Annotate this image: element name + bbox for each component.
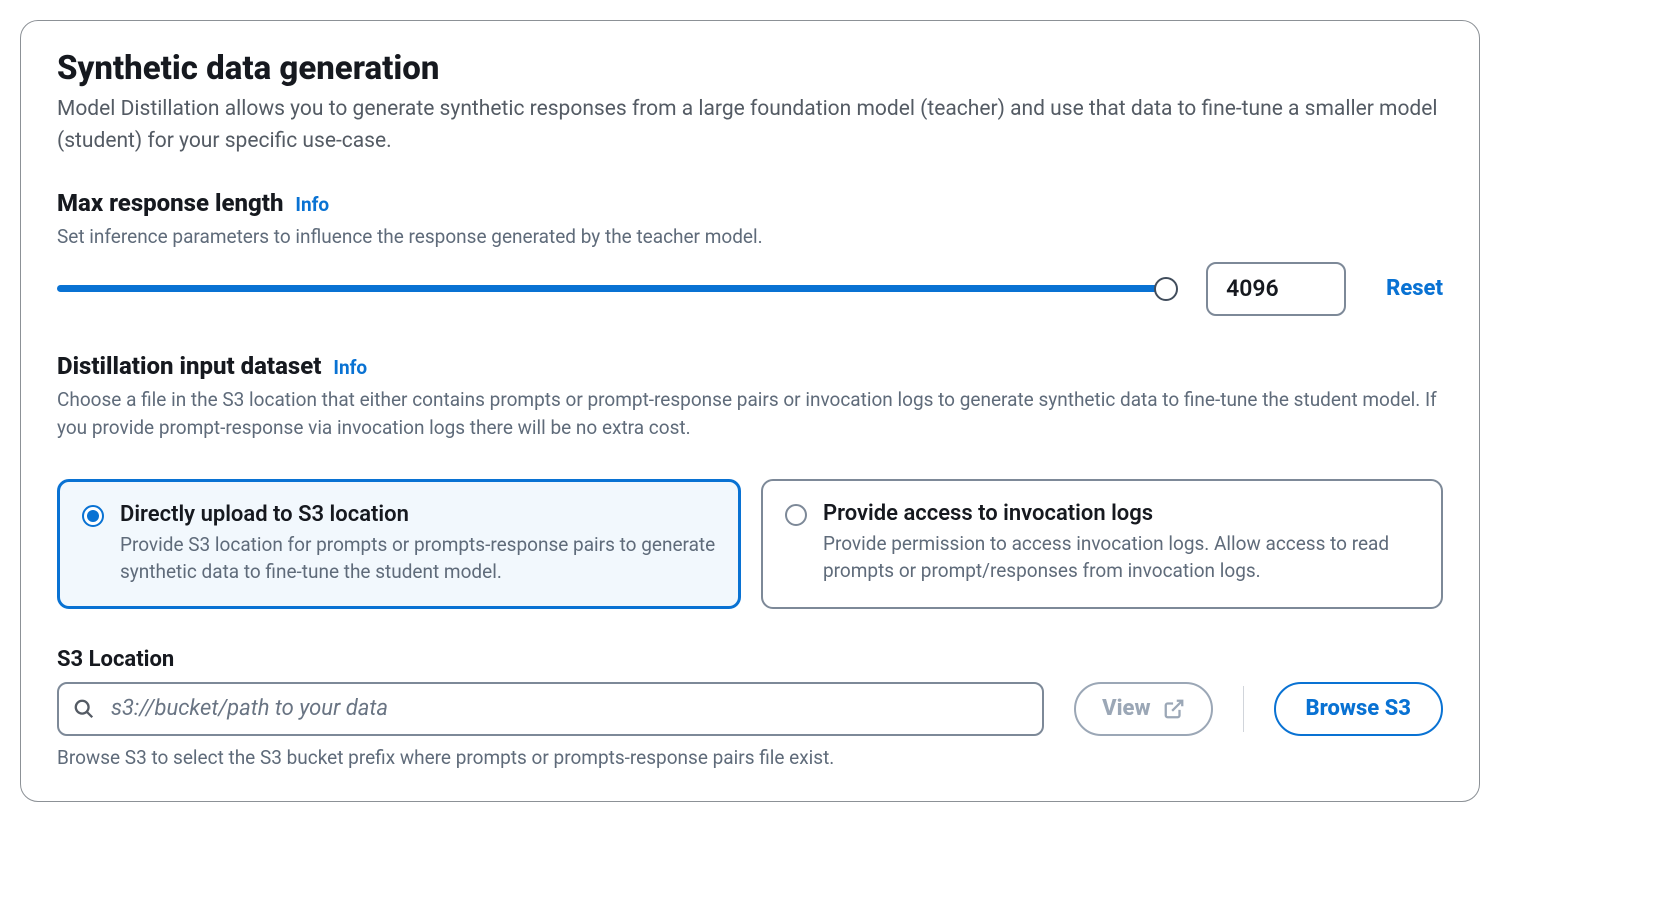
distillation-section: Distillation input dataset Info Choose a…	[57, 352, 1443, 769]
option-upload-title: Directly upload to S3 location	[120, 502, 716, 527]
panel-description: Model Distillation allows you to generat…	[57, 94, 1443, 157]
browse-s3-button[interactable]: Browse S3	[1274, 682, 1443, 736]
view-button[interactable]: View	[1074, 682, 1212, 736]
max-response-section: Max response length Info Set inference p…	[57, 189, 1443, 316]
distillation-heading: Distillation input dataset	[57, 352, 321, 380]
reset-button[interactable]: Reset	[1386, 276, 1443, 301]
option-upload-s3[interactable]: Directly upload to S3 location Provide S…	[57, 479, 741, 609]
max-response-slider[interactable]	[57, 277, 1166, 301]
radio-selected-icon	[82, 505, 104, 527]
external-link-icon	[1163, 698, 1185, 720]
panel-title: Synthetic data generation	[57, 49, 1443, 88]
view-button-label: View	[1102, 696, 1150, 721]
vertical-divider	[1243, 686, 1244, 732]
s3-location-label: S3 Location	[57, 647, 1443, 672]
option-invocation-title: Provide access to invocation logs	[823, 501, 1419, 526]
max-response-subtext: Set inference parameters to influence th…	[57, 223, 1443, 252]
distillation-info-link[interactable]: Info	[333, 356, 367, 379]
max-response-heading: Max response length	[57, 189, 283, 217]
slider-thumb-icon[interactable]	[1154, 277, 1178, 301]
radio-unselected-icon	[785, 504, 807, 526]
s3-help-text: Browse S3 to select the S3 bucket prefix…	[57, 746, 1443, 769]
option-invocation-logs[interactable]: Provide access to invocation logs Provid…	[761, 479, 1443, 609]
option-invocation-desc: Provide permission to access invocation …	[823, 530, 1419, 585]
search-icon	[73, 698, 95, 720]
option-upload-desc: Provide S3 location for prompts or promp…	[120, 531, 716, 586]
s3-location-input[interactable]	[57, 682, 1044, 736]
distillation-subtext: Choose a file in the S3 location that ei…	[57, 386, 1443, 443]
max-response-info-link[interactable]: Info	[295, 193, 329, 216]
synthetic-data-panel: Synthetic data generation Model Distilla…	[20, 20, 1480, 802]
max-response-value-input[interactable]	[1206, 262, 1346, 316]
